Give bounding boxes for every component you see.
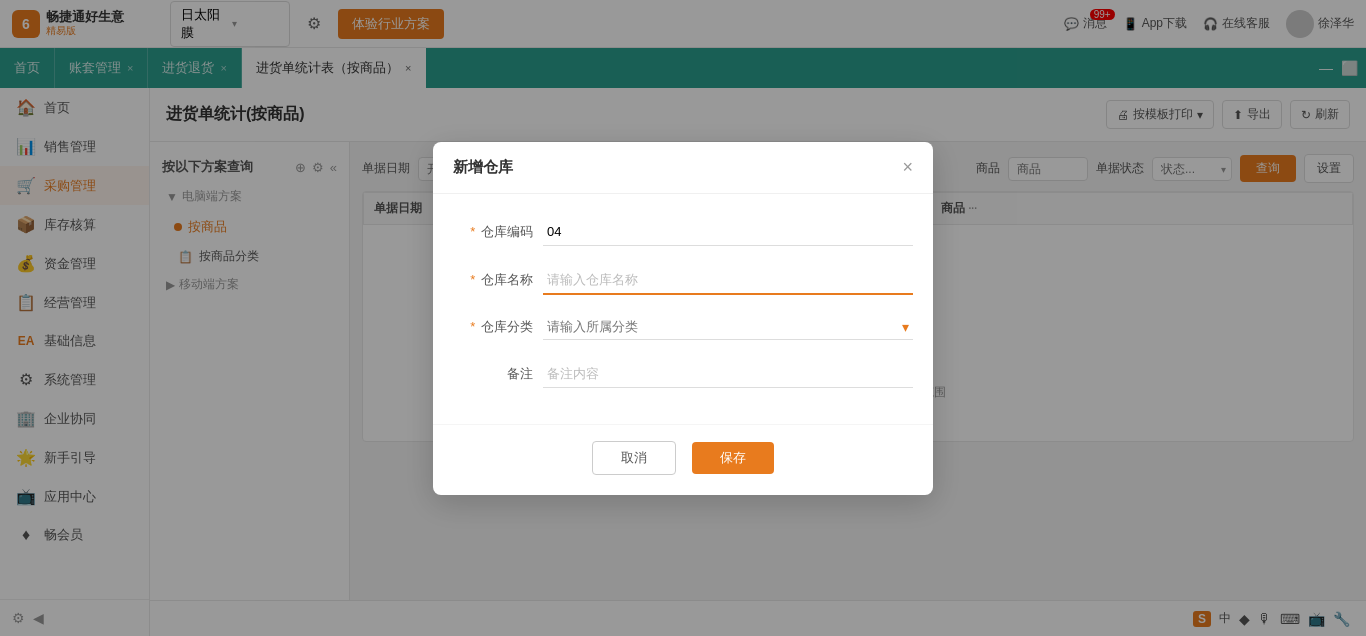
warehouse-name-input[interactable] [543, 266, 913, 295]
form-row-category: * 仓库分类 ▾ [453, 315, 913, 340]
modal-close-button[interactable]: × [902, 158, 913, 176]
form-row-code: * 仓库编码 [453, 218, 913, 246]
save-button[interactable]: 保存 [692, 442, 774, 474]
category-input[interactable] [547, 319, 902, 334]
form-row-name: * 仓库名称 [453, 266, 913, 295]
modal-footer: 取消 保存 [433, 424, 933, 495]
category-chevron-icon: ▾ [902, 319, 909, 335]
cancel-button[interactable]: 取消 [592, 441, 676, 475]
form-row-remark: 备注 [453, 360, 913, 388]
category-label: * 仓库分类 [453, 318, 543, 336]
warehouse-code-input[interactable] [543, 218, 913, 246]
required-star: * [470, 224, 475, 239]
name-label: * 仓库名称 [453, 271, 543, 289]
modal-header: 新增仓库 × [433, 142, 933, 194]
modal-overlay: 新增仓库 × * 仓库编码 * 仓库名称 [0, 0, 1366, 636]
required-star-name: * [470, 272, 475, 287]
modal-body: * 仓库编码 * 仓库名称 * 仓库分类 [433, 194, 933, 424]
remark-label: 备注 [453, 365, 543, 383]
warehouse-category-select[interactable]: ▾ [543, 315, 913, 340]
remark-input[interactable] [543, 360, 913, 388]
new-warehouse-modal: 新增仓库 × * 仓库编码 * 仓库名称 [433, 142, 933, 495]
required-star-cat: * [470, 319, 475, 334]
code-label: * 仓库编码 [453, 223, 543, 241]
modal-title: 新增仓库 [453, 158, 513, 177]
